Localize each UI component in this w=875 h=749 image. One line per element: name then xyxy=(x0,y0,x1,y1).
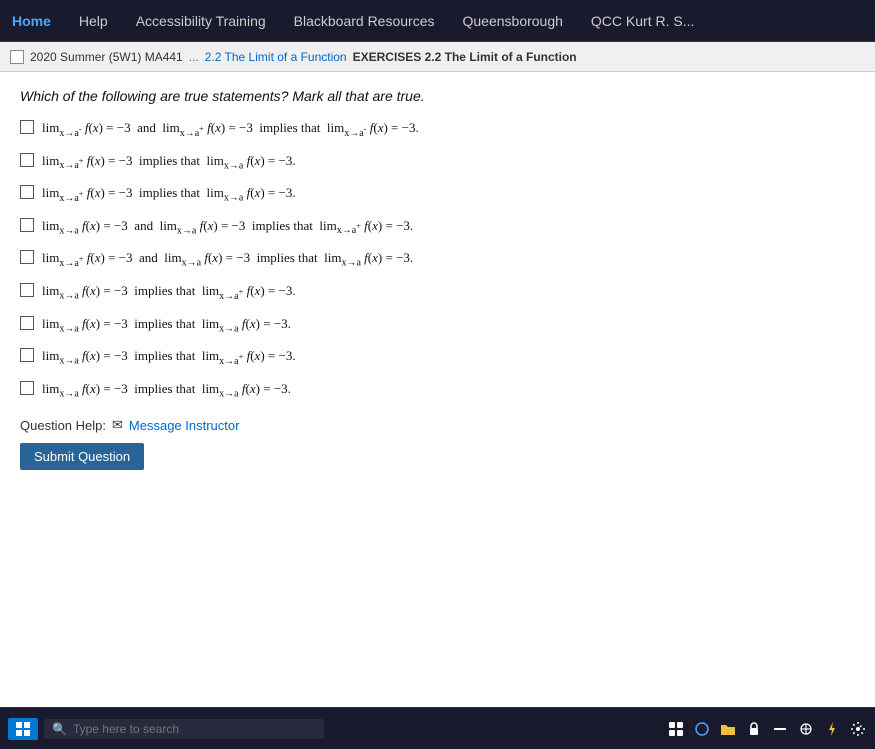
option-text-4: limx→a f(x) = −3 and limx→a f(x) = −3 im… xyxy=(42,216,413,239)
list-item: limx→a f(x) = −3 and limx→a f(x) = −3 im… xyxy=(20,216,855,239)
lock-icon[interactable] xyxy=(745,720,763,738)
nav-help[interactable]: Help xyxy=(79,13,108,29)
breadcrumb-sep: ... xyxy=(189,50,199,64)
option-checkbox-9[interactable] xyxy=(20,381,34,395)
folder-icon[interactable] xyxy=(719,720,737,738)
option-checkbox-2[interactable] xyxy=(20,153,34,167)
network-icon[interactable] xyxy=(797,720,815,738)
nav-blackboard[interactable]: Blackboard Resources xyxy=(294,13,435,29)
envelope-icon: ✉ xyxy=(112,417,123,433)
windows-icon xyxy=(16,722,30,736)
help-label: Question Help: xyxy=(20,418,106,433)
nav-bar: Home Help Accessibility Training Blackbo… xyxy=(0,0,875,42)
breadcrumb-bar: 2020 Summer (5W1) MA441 ... 2.2 The Limi… xyxy=(0,42,875,72)
option-checkbox-7[interactable] xyxy=(20,316,34,330)
option-checkbox-4[interactable] xyxy=(20,218,34,232)
main-content: Which of the following are true statemen… xyxy=(0,72,875,707)
options-list: limx→a- f(x) = −3 and limx→a+ f(x) = −3 … xyxy=(20,118,855,401)
option-text-8: limx→a f(x) = −3 implies that limx→a+ f(… xyxy=(42,346,296,369)
list-item: limx→a f(x) = −3 implies that limx→a+ f(… xyxy=(20,346,855,369)
lightning-icon[interactable] xyxy=(823,720,841,738)
option-text-3: limx→a+ f(x) = −3 implies that limx→a f(… xyxy=(42,183,296,206)
option-checkbox-6[interactable] xyxy=(20,283,34,297)
start-button[interactable] xyxy=(8,718,38,740)
edge-icon[interactable] xyxy=(693,720,711,738)
list-item: limx→a f(x) = −3 implies that limx→a f(x… xyxy=(20,379,855,402)
breadcrumb-checkbox[interactable] xyxy=(10,50,24,64)
list-item: limx→a+ f(x) = −3 implies that limx→a f(… xyxy=(20,183,855,206)
nav-queensborough[interactable]: Queensborough xyxy=(463,13,563,29)
option-text-5: limx→a+ f(x) = −3 and limx→a f(x) = −3 i… xyxy=(42,248,413,271)
submit-button[interactable]: Submit Question xyxy=(20,443,144,470)
taskbar-search[interactable]: 🔍 xyxy=(44,719,324,739)
taskbar: 🔍 xyxy=(0,707,875,749)
breadcrumb-current: EXERCISES 2.2 The Limit of a Function xyxy=(353,50,577,64)
breadcrumb-course: 2020 Summer (5W1) MA441 xyxy=(30,50,183,64)
minus-icon[interactable] xyxy=(771,720,789,738)
breadcrumb-section[interactable]: 2.2 The Limit of a Function xyxy=(205,50,347,64)
nav-home[interactable]: Home xyxy=(12,13,51,29)
question-help: Question Help: ✉ Message Instructor xyxy=(20,417,855,433)
question-prompt: Which of the following are true statemen… xyxy=(20,88,855,104)
search-icon: 🔍 xyxy=(52,722,67,736)
taskview-icon[interactable] xyxy=(667,720,685,738)
option-text-2: limx→a+ f(x) = −3 implies that limx→a f(… xyxy=(42,151,296,174)
option-checkbox-5[interactable] xyxy=(20,250,34,264)
option-text-9: limx→a f(x) = −3 implies that limx→a f(x… xyxy=(42,379,291,402)
option-text-1: limx→a- f(x) = −3 and limx→a+ f(x) = −3 … xyxy=(42,118,419,141)
option-checkbox-1[interactable] xyxy=(20,120,34,134)
option-text-6: limx→a f(x) = −3 implies that limx→a+ f(… xyxy=(42,281,296,304)
list-item: limx→a f(x) = −3 implies that limx→a+ f(… xyxy=(20,281,855,304)
list-item: limx→a+ f(x) = −3 implies that limx→a f(… xyxy=(20,151,855,174)
option-checkbox-8[interactable] xyxy=(20,348,34,362)
list-item: limx→a f(x) = −3 implies that limx→a f(x… xyxy=(20,314,855,337)
search-input[interactable] xyxy=(73,722,316,736)
nav-qcc[interactable]: QCC Kurt R. S... xyxy=(591,13,694,29)
settings-icon[interactable] xyxy=(849,720,867,738)
option-text-7: limx→a f(x) = −3 implies that limx→a f(x… xyxy=(42,314,291,337)
message-instructor-link[interactable]: Message Instructor xyxy=(129,418,240,433)
taskbar-system-icons xyxy=(667,720,867,738)
list-item: limx→a- f(x) = −3 and limx→a+ f(x) = −3 … xyxy=(20,118,855,141)
option-checkbox-3[interactable] xyxy=(20,185,34,199)
list-item: limx→a+ f(x) = −3 and limx→a f(x) = −3 i… xyxy=(20,248,855,271)
nav-accessibility[interactable]: Accessibility Training xyxy=(136,13,266,29)
